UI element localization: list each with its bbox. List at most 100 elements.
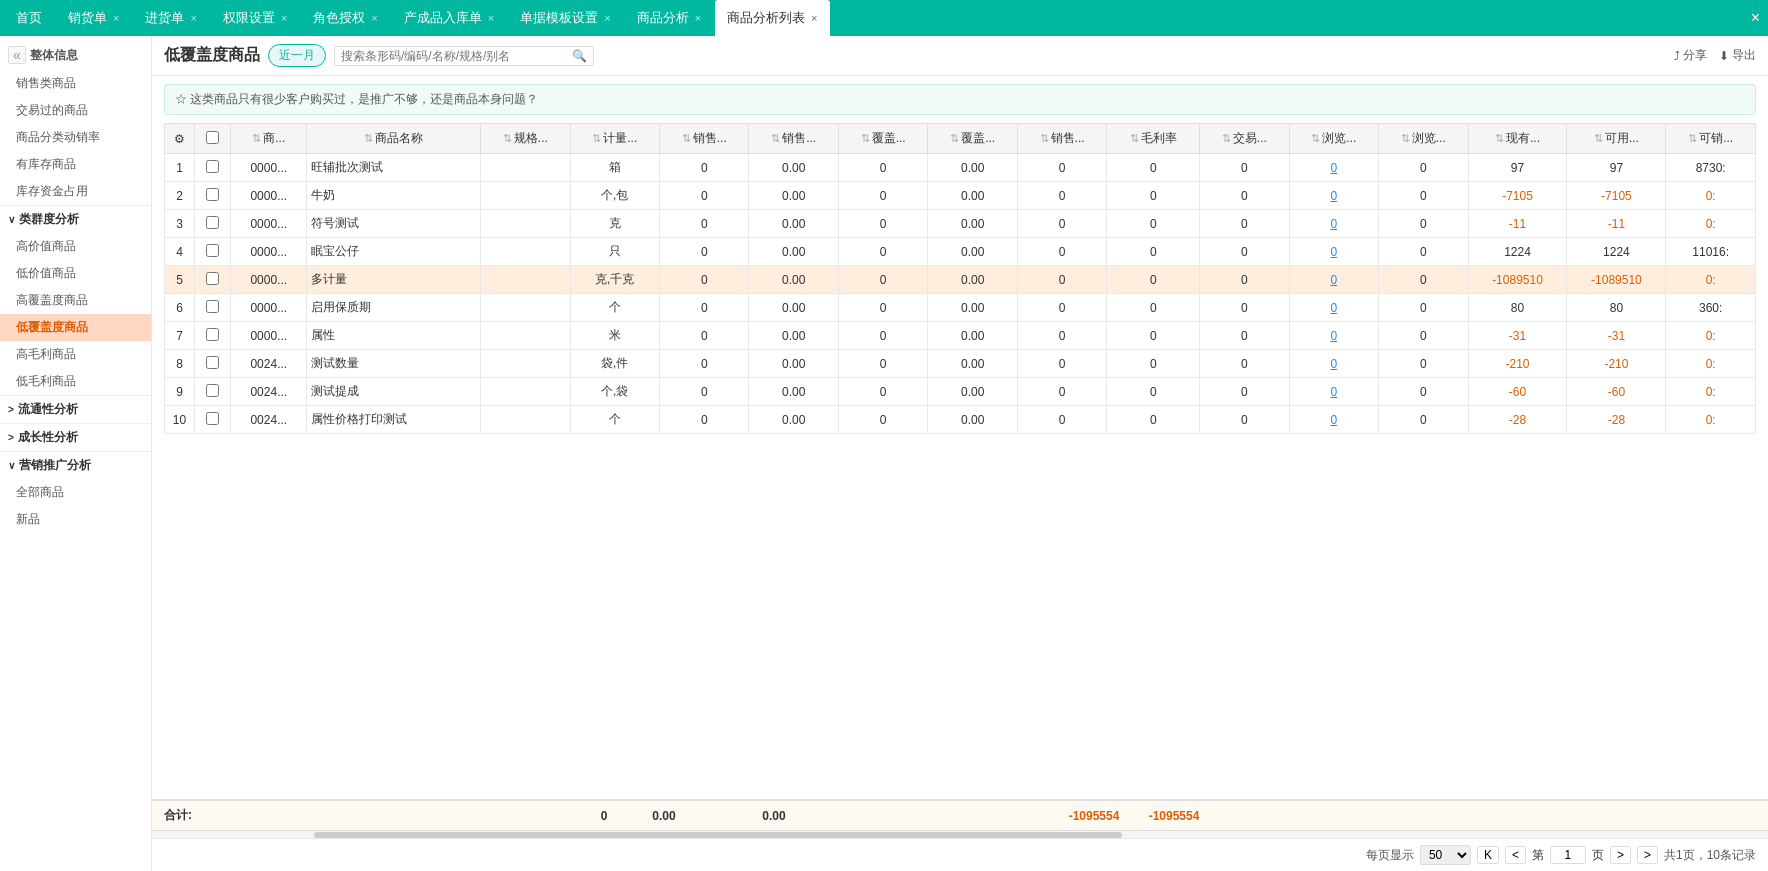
row-browse1[interactable]: 0 — [1289, 294, 1378, 322]
row-select-checkbox[interactable] — [206, 328, 219, 341]
th-cover1[interactable]: ⇅覆盖... — [838, 124, 927, 154]
sidebar-group-marketing[interactable]: ∨ 营销推广分析 — [0, 451, 151, 479]
th-cover2[interactable]: ⇅覆盖... — [928, 124, 1017, 154]
page-number-input[interactable] — [1550, 846, 1586, 864]
th-sales2[interactable]: ⇅销售... — [749, 124, 838, 154]
row-checkbox[interactable] — [195, 378, 231, 406]
sidebar-group-class-analysis[interactable]: ∨ 类群度分析 — [0, 205, 151, 233]
table-container[interactable]: ⚙ ⇅商... ⇅商品名称 ⇅规格... ⇅计量... ⇅销售... ⇅销售..… — [164, 123, 1756, 799]
th-spec[interactable]: ⇅规格... — [481, 124, 570, 154]
sidebar-item-stock-goods[interactable]: 有库存商品 — [0, 151, 151, 178]
filter-recent-month-btn[interactable]: 近一月 — [268, 44, 326, 67]
row-browse1[interactable]: 0 — [1289, 266, 1378, 294]
row-checkbox[interactable] — [195, 210, 231, 238]
row-select-checkbox[interactable] — [206, 216, 219, 229]
row-checkbox[interactable] — [195, 182, 231, 210]
last-page-btn[interactable]: > — [1637, 846, 1658, 864]
row-select-checkbox[interactable] — [206, 272, 219, 285]
sidebar-item-traded-goods[interactable]: 交易过的商品 — [0, 97, 151, 124]
row-select-checkbox[interactable] — [206, 300, 219, 313]
nav-permissions[interactable]: 权限设置 × — [211, 0, 299, 36]
nav-sales-order[interactable]: 销货单 × — [56, 0, 131, 36]
row-browse1[interactable]: 0 — [1289, 238, 1378, 266]
row-select-checkbox[interactable] — [206, 356, 219, 369]
nav-purchase-order[interactable]: 进货单 × — [133, 0, 208, 36]
sidebar-item-high-value[interactable]: 高价值商品 — [0, 233, 151, 260]
row-checkbox[interactable] — [195, 350, 231, 378]
select-all-checkbox[interactable] — [206, 131, 219, 144]
row-stock: 80 — [1468, 294, 1567, 322]
row-sellable: 360: — [1666, 294, 1756, 322]
sidebar-collapse-btn[interactable]: « — [8, 46, 26, 64]
row-browse1[interactable]: 0 — [1289, 322, 1378, 350]
row-select-checkbox[interactable] — [206, 384, 219, 397]
nav-role-auth[interactable]: 角色授权 × — [301, 0, 389, 36]
sidebar-group-growth[interactable]: > 成长性分析 — [0, 423, 151, 451]
row-select-checkbox[interactable] — [206, 412, 219, 425]
th-stock[interactable]: ⇅现有... — [1468, 124, 1567, 154]
search-input[interactable] — [341, 49, 568, 63]
row-browse1[interactable]: 0 — [1289, 378, 1378, 406]
nav-close-purchase[interactable]: × — [190, 12, 196, 24]
sidebar-item-category-rate[interactable]: 商品分类动销率 — [0, 124, 151, 151]
sidebar-item-high-coverage[interactable]: 高覆盖度商品 — [0, 287, 151, 314]
th-margin[interactable]: ⇅毛利率 — [1107, 124, 1200, 154]
sidebar-item-new-goods[interactable]: 新品 — [0, 506, 151, 533]
row-checkbox[interactable] — [195, 294, 231, 322]
th-sales3[interactable]: ⇅销售... — [1017, 124, 1106, 154]
sidebar-item-low-coverage[interactable]: 低覆盖度商品 — [0, 314, 151, 341]
nav-product-analysis-list[interactable]: 商品分析列表 × — [715, 0, 829, 36]
nav-home[interactable]: 首页 — [4, 0, 54, 36]
th-sales1[interactable]: ⇅销售... — [660, 124, 749, 154]
page-size-select[interactable]: 50 100 200 — [1420, 845, 1471, 865]
sidebar-item-all-goods[interactable]: 全部商品 — [0, 479, 151, 506]
row-select-checkbox[interactable] — [206, 244, 219, 257]
search-icon[interactable]: 🔍 — [572, 49, 587, 63]
th-settings[interactable]: ⚙ — [165, 124, 195, 154]
horizontal-scrollbar[interactable] — [152, 830, 1768, 838]
sidebar-item-low-margin[interactable]: 低毛利商品 — [0, 368, 151, 395]
nav-template-settings[interactable]: 单据模板设置 × — [508, 0, 622, 36]
nav-product-analysis[interactable]: 商品分析 × — [625, 0, 713, 36]
prev-page-btn[interactable]: < — [1505, 846, 1526, 864]
nav-close-analysis-list[interactable]: × — [811, 12, 817, 24]
export-btn[interactable]: ⬇ 导出 — [1719, 47, 1756, 64]
sidebar-item-sales-goods[interactable]: 销售类商品 — [0, 70, 151, 97]
nav-product-warehouse[interactable]: 产成品入库单 × — [392, 0, 506, 36]
row-checkbox[interactable] — [195, 266, 231, 294]
row-select-checkbox[interactable] — [206, 188, 219, 201]
nav-close-permissions[interactable]: × — [281, 12, 287, 24]
row-checkbox[interactable] — [195, 154, 231, 182]
row-checkbox[interactable] — [195, 406, 231, 434]
th-trade[interactable]: ⇅交易... — [1200, 124, 1289, 154]
nav-close-template[interactable]: × — [604, 12, 610, 24]
row-browse1[interactable]: 0 — [1289, 210, 1378, 238]
th-browse2[interactable]: ⇅浏览... — [1379, 124, 1468, 154]
th-checkbox[interactable] — [195, 124, 231, 154]
first-page-btn[interactable]: K — [1477, 846, 1499, 864]
row-select-checkbox[interactable] — [206, 160, 219, 173]
th-name[interactable]: ⇅商品名称 — [307, 124, 481, 154]
share-btn[interactable]: ⤴ 分享 — [1674, 47, 1707, 64]
row-browse1[interactable]: 0 — [1289, 406, 1378, 434]
nav-close-role[interactable]: × — [371, 12, 377, 24]
row-browse1[interactable]: 0 — [1289, 182, 1378, 210]
row-checkbox[interactable] — [195, 322, 231, 350]
sidebar-item-fund-usage[interactable]: 库存资金占用 — [0, 178, 151, 205]
th-code[interactable]: ⇅商... — [231, 124, 307, 154]
row-browse1[interactable]: 0 — [1289, 154, 1378, 182]
close-all-tabs[interactable]: × — [1751, 9, 1760, 27]
th-avail[interactable]: ⇅可用... — [1567, 124, 1666, 154]
sidebar-item-high-margin[interactable]: 高毛利商品 — [0, 341, 151, 368]
next-page-btn[interactable]: > — [1610, 846, 1631, 864]
sidebar-item-low-value[interactable]: 低价值商品 — [0, 260, 151, 287]
nav-close-analysis[interactable]: × — [695, 12, 701, 24]
th-browse1[interactable]: ⇅浏览... — [1289, 124, 1378, 154]
row-checkbox[interactable] — [195, 238, 231, 266]
sidebar-group-liquidity[interactable]: > 流通性分析 — [0, 395, 151, 423]
th-sellable[interactable]: ⇅可销... — [1666, 124, 1756, 154]
row-browse1[interactable]: 0 — [1289, 350, 1378, 378]
nav-close-sales-order[interactable]: × — [113, 12, 119, 24]
th-unit[interactable]: ⇅计量... — [570, 124, 659, 154]
nav-close-warehouse[interactable]: × — [488, 12, 494, 24]
